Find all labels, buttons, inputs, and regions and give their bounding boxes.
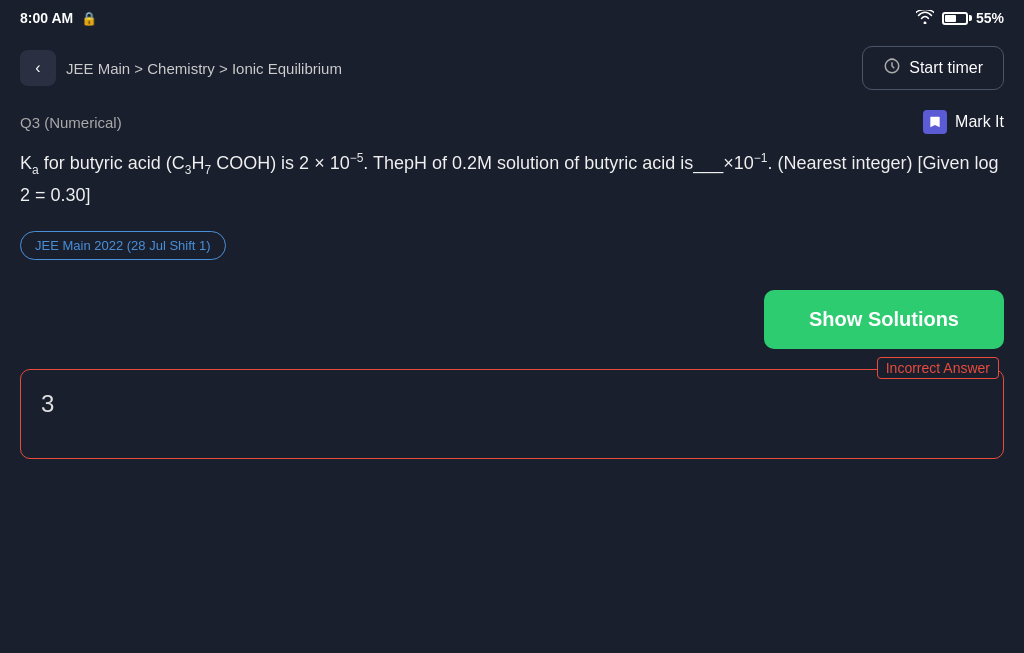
question-tag: JEE Main 2022 (28 Jul Shift 1) bbox=[20, 231, 226, 260]
question-area: Q3 (Numerical) Mark It Ka for butyric ac… bbox=[0, 110, 1024, 349]
question-content: Ka for butyric acid (C3H7 COOH) is 2 × 1… bbox=[20, 148, 1004, 211]
question-meta: Q3 (Numerical) Mark It bbox=[20, 110, 1004, 134]
status-bar: 8:00 AM 🔒 55% bbox=[0, 0, 1024, 36]
show-solutions-button[interactable]: Show Solutions bbox=[764, 290, 1004, 349]
mark-it-button[interactable]: Mark It bbox=[923, 110, 1004, 134]
show-solutions-label: Show Solutions bbox=[809, 308, 959, 330]
mark-it-label: Mark It bbox=[955, 113, 1004, 131]
status-right: 55% bbox=[916, 10, 1004, 27]
timer-icon bbox=[883, 57, 901, 79]
answer-value: 3 bbox=[41, 390, 54, 418]
incorrect-label: Incorrect Answer bbox=[877, 357, 999, 379]
breadcrumb-container: ‹ JEE Main > Chemistry > Ionic Equilibri… bbox=[20, 50, 342, 86]
back-button[interactable]: ‹ bbox=[20, 50, 56, 86]
battery-percent: 55% bbox=[976, 10, 1004, 26]
back-icon: ‹ bbox=[35, 59, 40, 77]
start-timer-button[interactable]: Start timer bbox=[862, 46, 1004, 90]
question-text: Ka for butyric acid (C3H7 COOH) is 2 × 1… bbox=[20, 153, 999, 205]
answer-box-container: Incorrect Answer 3 bbox=[0, 369, 1024, 459]
answer-box: 3 bbox=[20, 369, 1004, 459]
battery-display: 55% bbox=[942, 10, 1004, 26]
breadcrumb: JEE Main > Chemistry > Ionic Equilibrium bbox=[66, 60, 342, 77]
status-left: 8:00 AM 🔒 bbox=[20, 10, 97, 26]
solutions-container: Show Solutions bbox=[20, 290, 1004, 349]
tag-container: JEE Main 2022 (28 Jul Shift 1) bbox=[20, 231, 1004, 260]
time-display: 8:00 AM bbox=[20, 10, 73, 26]
lock-icon: 🔒 bbox=[81, 11, 97, 26]
start-timer-label: Start timer bbox=[909, 59, 983, 77]
header: ‹ JEE Main > Chemistry > Ionic Equilibri… bbox=[0, 36, 1024, 100]
battery-icon bbox=[942, 12, 972, 25]
bookmark-icon bbox=[923, 110, 947, 134]
wifi-icon bbox=[916, 10, 934, 27]
question-label: Q3 (Numerical) bbox=[20, 114, 122, 131]
